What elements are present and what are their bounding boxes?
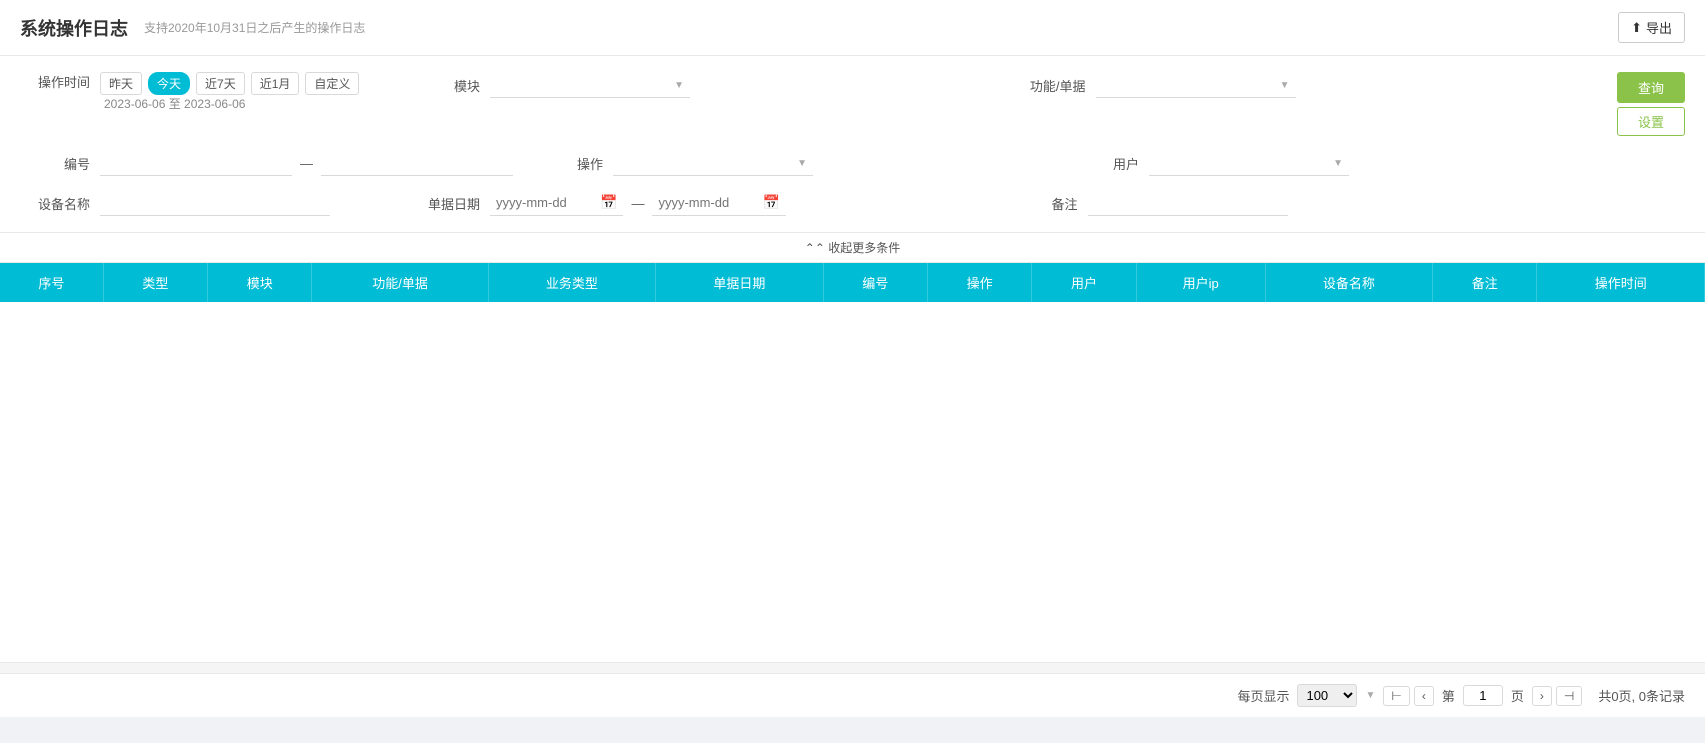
col-remark: 备注 (1433, 263, 1537, 302)
first-page-btn[interactable]: ⊢ (1383, 686, 1409, 706)
col-user: 用户 (1032, 263, 1136, 302)
export-label: 导出 (1646, 18, 1672, 37)
remark-label: 备注 (1008, 194, 1078, 213)
page-label: 第 (1442, 686, 1455, 705)
voucher-date-label: 单据日期 (410, 194, 480, 213)
col-operation: 操作 (927, 263, 1031, 302)
module-label: 模块 (410, 76, 480, 95)
col-biztype: 业务类型 (488, 263, 655, 302)
scrollbar-inner (0, 663, 1705, 673)
pagination-nav: ⊢ ‹ 第 页 › ⊣ (1383, 685, 1582, 706)
calendar-end-icon[interactable]: 📅 (762, 194, 779, 211)
time-filter-group: 昨天 今天 近7天 近1月 自定义 (100, 72, 359, 95)
export-button[interactable]: ⬆ 导出 (1618, 12, 1685, 43)
page-title: 系统操作日志 (20, 15, 128, 41)
voucher-date-start-wrapper: 📅 (490, 190, 623, 216)
collapse-button[interactable]: ⌃⌃ 收起更多条件 (805, 239, 900, 256)
custom-btn[interactable]: 自定义 (305, 72, 359, 95)
prev-page-btn[interactable]: ‹ (1414, 686, 1434, 706)
date-range-text: 2023-06-06 至 2023-06-06 (104, 95, 359, 112)
collapse-icon: ⌃⌃ (805, 241, 828, 255)
empty-area (0, 302, 1705, 662)
number-dash: — (300, 156, 313, 171)
device-input[interactable] (100, 190, 330, 216)
operation-select[interactable] (613, 150, 813, 176)
number-label: 编号 (20, 154, 90, 173)
action-buttons: 查询 设置 (1617, 72, 1685, 136)
collapse-label: 收起更多条件 (828, 241, 900, 255)
col-module: 模块 (208, 263, 312, 302)
last1month-btn[interactable]: 近1月 (251, 72, 300, 95)
table-header-row: 序号 类型 模块 功能/单据 业务类型 单据日期 编号 操作 用户 用户ip 设… (0, 263, 1705, 302)
settings-button[interactable]: 设置 (1617, 107, 1685, 136)
voucher-date-end-wrapper: 📅 (652, 190, 785, 216)
query-button[interactable]: 查询 (1617, 72, 1685, 103)
table-container: 序号 类型 模块 功能/单据 业务类型 单据日期 编号 操作 用户 用户ip 设… (0, 263, 1705, 662)
page-size-label: 每页显示 (1237, 686, 1289, 705)
filter-panel: 操作时间 昨天 今天 近7天 近1月 自定义 2023-06-06 至 2023… (0, 56, 1705, 233)
page-subtitle: 支持2020年10月31日之后产生的操作日志 (144, 19, 365, 36)
remark-input[interactable] (1088, 190, 1288, 216)
module-select-wrapper: ▼ (490, 72, 690, 98)
voucher-date-end-input[interactable] (658, 195, 758, 210)
col-type: 类型 (103, 263, 207, 302)
operation-label: 操作 (533, 154, 603, 173)
col-voucherdate: 单据日期 (656, 263, 823, 302)
last-page-btn[interactable]: ⊣ (1556, 686, 1582, 706)
number-end-input[interactable] (321, 150, 513, 176)
page-size-select[interactable]: 100 50 200 500 (1297, 684, 1357, 707)
user-select-wrapper: ▼ (1149, 150, 1349, 176)
col-userip: 用户ip (1136, 263, 1265, 302)
pagination-bar: 每页显示 100 50 200 500 ▼ ⊢ ‹ 第 页 › ⊣ 共0页, 0… (0, 674, 1705, 717)
col-index: 序号 (0, 263, 103, 302)
voucher-date-start-input[interactable] (496, 195, 596, 210)
collapse-bar: ⌃⌃ 收起更多条件 (0, 233, 1705, 263)
col-optime: 操作时间 (1537, 263, 1705, 302)
function-select[interactable] (1096, 72, 1296, 98)
calendar-start-icon[interactable]: 📅 (600, 194, 617, 211)
yesterday-btn[interactable]: 昨天 (100, 72, 142, 95)
function-label: 功能/单据 (1016, 76, 1086, 95)
col-function: 功能/单据 (312, 263, 488, 302)
today-btn[interactable]: 今天 (148, 72, 190, 95)
dropdown-arrow-icon: ▼ (1365, 690, 1375, 701)
device-label: 设备名称 (20, 194, 90, 213)
page-unit-label: 页 (1511, 686, 1524, 705)
scrollbar-area[interactable] (0, 662, 1705, 674)
time-filter-label: 操作时间 (20, 72, 90, 91)
next-page-btn[interactable]: › (1532, 686, 1552, 706)
page-number-input[interactable] (1463, 685, 1503, 706)
col-number: 编号 (823, 263, 927, 302)
export-icon: ⬆ (1631, 20, 1642, 36)
user-label: 用户 (1069, 154, 1139, 173)
total-label: 共0页, 0条记录 (1598, 686, 1685, 705)
page-header: 系统操作日志 支持2020年10月31日之后产生的操作日志 ⬆ 导出 (0, 0, 1705, 56)
module-select[interactable] (490, 72, 690, 98)
last7days-btn[interactable]: 近7天 (196, 72, 245, 95)
date-dash: — (631, 196, 644, 211)
number-start-input[interactable] (100, 150, 292, 176)
function-select-wrapper: ▼ (1096, 72, 1296, 98)
operation-select-wrapper: ▼ (613, 150, 813, 176)
data-table: 序号 类型 模块 功能/单据 业务类型 单据日期 编号 操作 用户 用户ip 设… (0, 263, 1705, 302)
user-select[interactable] (1149, 150, 1349, 176)
col-device: 设备名称 (1265, 263, 1432, 302)
